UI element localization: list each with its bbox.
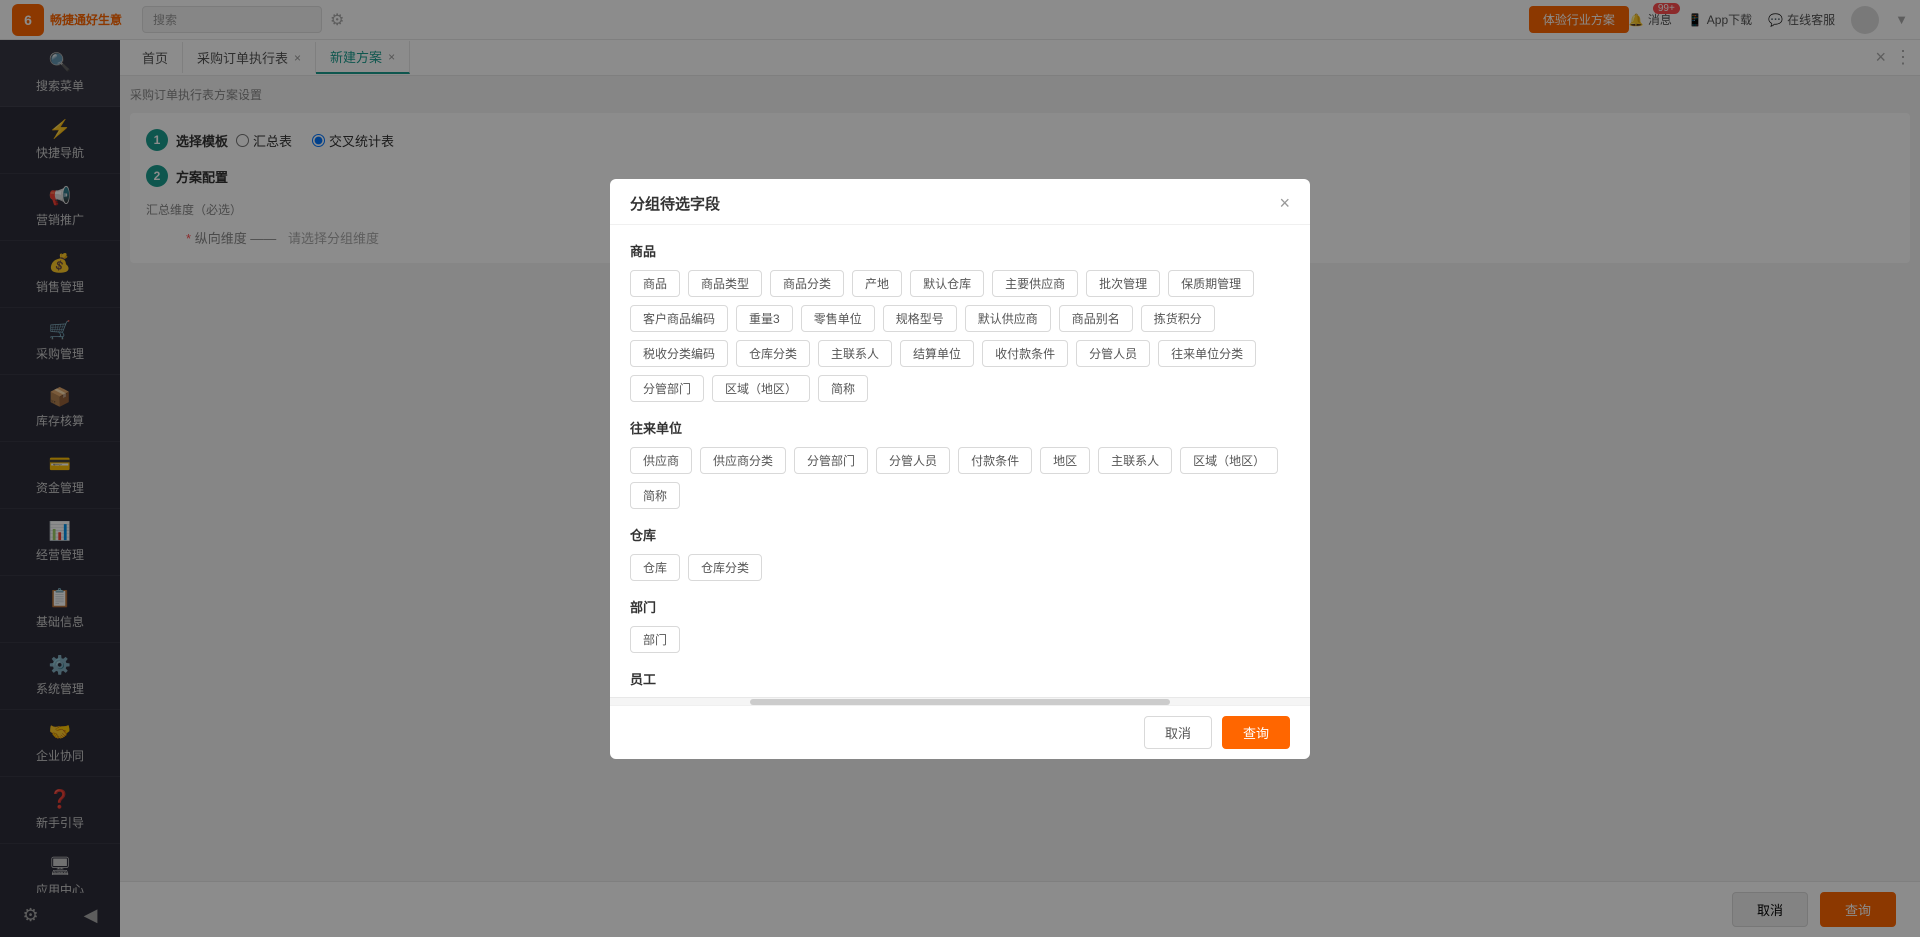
tag-managed-dept[interactable]: 分管部门	[794, 447, 868, 474]
section-warehouse-title: 仓库	[630, 525, 1290, 544]
tag-warehouse-category[interactable]: 仓库分类	[736, 340, 810, 367]
section-employee-title: 员工	[630, 669, 1290, 688]
section-counterpart-tags: 供应商 供应商分类 分管部门 分管人员 付款条件 地区 主联系人 区域（地区） …	[630, 447, 1290, 509]
tag-tax-code[interactable]: 税收分类编码	[630, 340, 728, 367]
tag-settlement-unit[interactable]: 结算单位	[900, 340, 974, 367]
hscroll-thumb	[750, 699, 1170, 705]
tag-batch-mgmt[interactable]: 批次管理	[1086, 270, 1160, 297]
tag-dept[interactable]: 部门	[630, 626, 680, 653]
section-counterpart-title: 往来单位	[630, 418, 1290, 437]
modal-overlay: 分组待选字段 × 商品 商品 商品类型 商品分类 产地 默认仓库 主要供应商 批…	[0, 0, 1920, 937]
modal-footer: 取消 查询	[610, 705, 1310, 759]
tag-counterpart-category[interactable]: 往来单位分类	[1158, 340, 1256, 367]
modal: 分组待选字段 × 商品 商品 商品类型 商品分类 产地 默认仓库 主要供应商 批…	[610, 179, 1310, 759]
tag-goods[interactable]: 商品	[630, 270, 680, 297]
tag-goods-category[interactable]: 商品分类	[770, 270, 844, 297]
tag-retail-unit[interactable]: 零售单位	[801, 305, 875, 332]
section-warehouse: 仓库 仓库 仓库分类	[630, 525, 1290, 581]
modal-title: 分组待选字段	[630, 193, 720, 214]
tag-weight3[interactable]: 重量3	[736, 305, 793, 332]
tag-main-supplier[interactable]: 主要供应商	[992, 270, 1078, 297]
tag-default-supplier[interactable]: 默认供应商	[965, 305, 1051, 332]
tag-warehouse[interactable]: 仓库	[630, 554, 680, 581]
tag-short-name-goods[interactable]: 简称	[818, 375, 868, 402]
tag-supervisor[interactable]: 分管人员	[1076, 340, 1150, 367]
modal-confirm-btn[interactable]: 查询	[1222, 716, 1290, 749]
tag-expiry-mgmt[interactable]: 保质期管理	[1168, 270, 1254, 297]
section-dept-title: 部门	[630, 597, 1290, 616]
tag-payment-terms[interactable]: 收付款条件	[982, 340, 1068, 367]
tag-region-counterpart[interactable]: 区域（地区）	[1180, 447, 1278, 474]
tag-region-goods[interactable]: 区域（地区）	[712, 375, 810, 402]
modal-hscroll	[610, 697, 1310, 705]
section-goods-title: 商品	[630, 241, 1290, 260]
tag-spec-model[interactable]: 规格型号	[883, 305, 957, 332]
section-employee: 员工 业务员	[630, 669, 1290, 697]
tag-supplier[interactable]: 供应商	[630, 447, 692, 474]
tag-main-contact-c[interactable]: 主联系人	[1098, 447, 1172, 474]
section-counterpart: 往来单位 供应商 供应商分类 分管部门 分管人员 付款条件 地区 主联系人 区域…	[630, 418, 1290, 509]
section-dept: 部门 部门	[630, 597, 1290, 653]
tag-region[interactable]: 地区	[1040, 447, 1090, 474]
modal-body: 商品 商品 商品类型 商品分类 产地 默认仓库 主要供应商 批次管理 保质期管理…	[610, 225, 1310, 697]
tag-default-warehouse[interactable]: 默认仓库	[910, 270, 984, 297]
modal-header: 分组待选字段 ×	[610, 179, 1310, 225]
tag-pick-points[interactable]: 拣货积分	[1141, 305, 1215, 332]
tag-supplier-category[interactable]: 供应商分类	[700, 447, 786, 474]
modal-close-btn[interactable]: ×	[1279, 193, 1290, 214]
tag-goods-alias[interactable]: 商品别名	[1059, 305, 1133, 332]
section-dept-tags: 部门	[630, 626, 1290, 653]
tag-goods-type[interactable]: 商品类型	[688, 270, 762, 297]
tag-managed-person[interactable]: 分管人员	[876, 447, 950, 474]
tag-main-contact[interactable]: 主联系人	[818, 340, 892, 367]
modal-cancel-btn[interactable]: 取消	[1144, 716, 1212, 749]
tag-pay-terms[interactable]: 付款条件	[958, 447, 1032, 474]
tag-short-name-c[interactable]: 简称	[630, 482, 680, 509]
tag-dept-managed[interactable]: 分管部门	[630, 375, 704, 402]
tag-warehouse-cat[interactable]: 仓库分类	[688, 554, 762, 581]
section-goods-tags: 商品 商品类型 商品分类 产地 默认仓库 主要供应商 批次管理 保质期管理 客户…	[630, 270, 1290, 402]
tag-origin[interactable]: 产地	[852, 270, 902, 297]
section-warehouse-tags: 仓库 仓库分类	[630, 554, 1290, 581]
tag-customer-code[interactable]: 客户商品编码	[630, 305, 728, 332]
section-goods: 商品 商品 商品类型 商品分类 产地 默认仓库 主要供应商 批次管理 保质期管理…	[630, 241, 1290, 402]
